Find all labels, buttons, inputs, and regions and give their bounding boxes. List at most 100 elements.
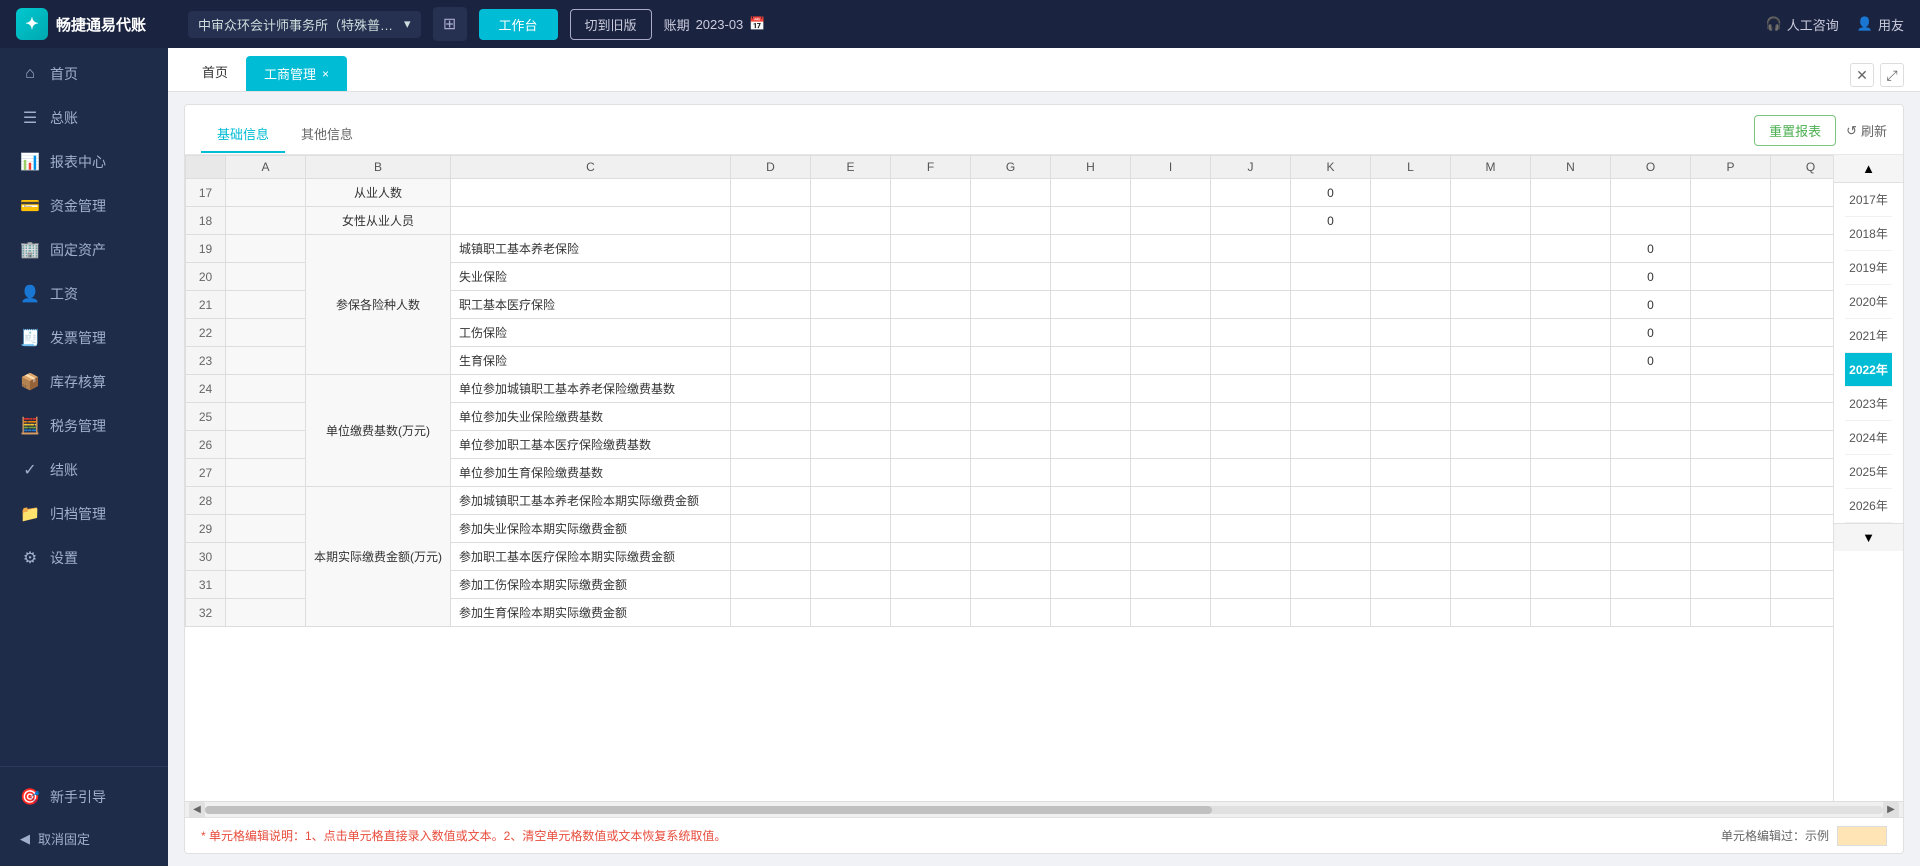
- company-selector[interactable]: 中审众环会计师事务所（特殊普通合伙... ▾: [188, 11, 421, 38]
- cell-e[interactable]: [811, 431, 891, 459]
- cell-d[interactable]: [731, 347, 811, 375]
- cell-p[interactable]: [1691, 291, 1771, 319]
- cell-a[interactable]: [226, 291, 306, 319]
- cell-m[interactable]: [1451, 347, 1531, 375]
- cell-p[interactable]: [1691, 263, 1771, 291]
- cell-j[interactable]: [1211, 515, 1291, 543]
- cell-l[interactable]: [1371, 179, 1451, 207]
- cell-h[interactable]: [1051, 347, 1131, 375]
- cell-m[interactable]: [1451, 179, 1531, 207]
- cell-n[interactable]: [1531, 599, 1611, 627]
- cell-h[interactable]: [1051, 459, 1131, 487]
- year-item-2018年[interactable]: 2018年: [1845, 217, 1892, 251]
- cell-l[interactable]: [1371, 235, 1451, 263]
- sidebar-item-new-guide[interactable]: 🎯 新手引导: [0, 775, 168, 819]
- cell-i[interactable]: [1131, 487, 1211, 515]
- workbench-button[interactable]: 工作台: [479, 9, 558, 40]
- cell-i[interactable]: [1131, 235, 1211, 263]
- cell-o[interactable]: [1611, 571, 1691, 599]
- cell-p[interactable]: [1691, 319, 1771, 347]
- cell-o[interactable]: [1611, 459, 1691, 487]
- cell-q[interactable]: [1771, 431, 1834, 459]
- cell-f[interactable]: [891, 571, 971, 599]
- calendar-icon[interactable]: 📅: [749, 16, 765, 32]
- sidebar-item-finance[interactable]: 💳 资金管理: [0, 184, 168, 228]
- cell-o[interactable]: 0: [1611, 291, 1691, 319]
- cell-g[interactable]: [971, 319, 1051, 347]
- cell-n[interactable]: [1531, 207, 1611, 235]
- year-nav-up[interactable]: ▲: [1834, 155, 1903, 183]
- cell-m[interactable]: [1451, 543, 1531, 571]
- cell-k[interactable]: [1291, 319, 1371, 347]
- cell-m[interactable]: [1451, 375, 1531, 403]
- cell-c[interactable]: 失业保险: [451, 263, 731, 291]
- reset-report-button[interactable]: 重置报表: [1754, 115, 1836, 146]
- cell-d[interactable]: [731, 515, 811, 543]
- cell-a[interactable]: [226, 459, 306, 487]
- cell-d[interactable]: [731, 291, 811, 319]
- tab-close-icon[interactable]: ×: [322, 67, 329, 81]
- cell-n[interactable]: [1531, 235, 1611, 263]
- cell-e[interactable]: [811, 179, 891, 207]
- cell-l[interactable]: [1371, 487, 1451, 515]
- cell-o[interactable]: [1611, 543, 1691, 571]
- sidebar-item-home[interactable]: ⌂ 首页: [0, 52, 168, 96]
- cell-g[interactable]: [971, 431, 1051, 459]
- cell-h[interactable]: [1051, 403, 1131, 431]
- subtab-basic[interactable]: 基础信息: [201, 116, 285, 153]
- cell-o[interactable]: 0: [1611, 263, 1691, 291]
- cell-d[interactable]: [731, 571, 811, 599]
- cell-h[interactable]: [1051, 571, 1131, 599]
- cell-g[interactable]: [971, 487, 1051, 515]
- cell-l[interactable]: [1371, 347, 1451, 375]
- refresh-button[interactable]: ↺ 刷新: [1846, 121, 1887, 140]
- cell-c[interactable]: 职工基本医疗保险: [451, 291, 731, 319]
- cell-k[interactable]: [1291, 599, 1371, 627]
- cell-p[interactable]: [1691, 431, 1771, 459]
- cell-l[interactable]: [1371, 207, 1451, 235]
- cell-g[interactable]: [971, 263, 1051, 291]
- cell-h[interactable]: [1051, 235, 1131, 263]
- cell-k[interactable]: [1291, 487, 1371, 515]
- close-panel-button[interactable]: ✕: [1850, 63, 1874, 87]
- cell-l[interactable]: [1371, 319, 1451, 347]
- cell-g[interactable]: [971, 291, 1051, 319]
- sidebar-item-asset[interactable]: 🏢 固定资产: [0, 228, 168, 272]
- cell-b[interactable]: 本期实际缴费金额(万元): [306, 487, 451, 627]
- cell-c[interactable]: 生育保险: [451, 347, 731, 375]
- cell-f[interactable]: [891, 375, 971, 403]
- cell-h[interactable]: [1051, 515, 1131, 543]
- cell-i[interactable]: [1131, 207, 1211, 235]
- cell-q[interactable]: [1771, 599, 1834, 627]
- sidebar-resize-handle[interactable]: [162, 48, 168, 866]
- cell-f[interactable]: [891, 347, 971, 375]
- cell-o[interactable]: [1611, 179, 1691, 207]
- cell-i[interactable]: [1131, 263, 1211, 291]
- year-item-2017年[interactable]: 2017年: [1845, 183, 1892, 217]
- cell-k[interactable]: [1291, 515, 1371, 543]
- cell-j[interactable]: [1211, 179, 1291, 207]
- cell-j[interactable]: [1211, 403, 1291, 431]
- sidebar-item-invoice[interactable]: 🧾 发票管理: [0, 316, 168, 360]
- cell-e[interactable]: [811, 235, 891, 263]
- cell-c[interactable]: 参加城镇职工基本养老保险本期实际缴费金额: [451, 487, 731, 515]
- cell-g[interactable]: [971, 179, 1051, 207]
- cell-n[interactable]: [1531, 459, 1611, 487]
- cell-k[interactable]: [1291, 375, 1371, 403]
- cell-m[interactable]: [1451, 319, 1531, 347]
- cell-k[interactable]: [1291, 347, 1371, 375]
- cell-o[interactable]: [1611, 375, 1691, 403]
- cell-l[interactable]: [1371, 291, 1451, 319]
- cell-a[interactable]: [226, 403, 306, 431]
- cell-i[interactable]: [1131, 599, 1211, 627]
- cell-f[interactable]: [891, 291, 971, 319]
- year-item-2022年[interactable]: 2022年: [1845, 353, 1892, 387]
- cell-e[interactable]: [811, 571, 891, 599]
- cell-k[interactable]: [1291, 263, 1371, 291]
- cell-n[interactable]: [1531, 375, 1611, 403]
- cell-n[interactable]: [1531, 179, 1611, 207]
- cell-m[interactable]: [1451, 263, 1531, 291]
- cell-f[interactable]: [891, 515, 971, 543]
- year-item-2019年[interactable]: 2019年: [1845, 251, 1892, 285]
- scroll-thumb[interactable]: [205, 806, 1212, 814]
